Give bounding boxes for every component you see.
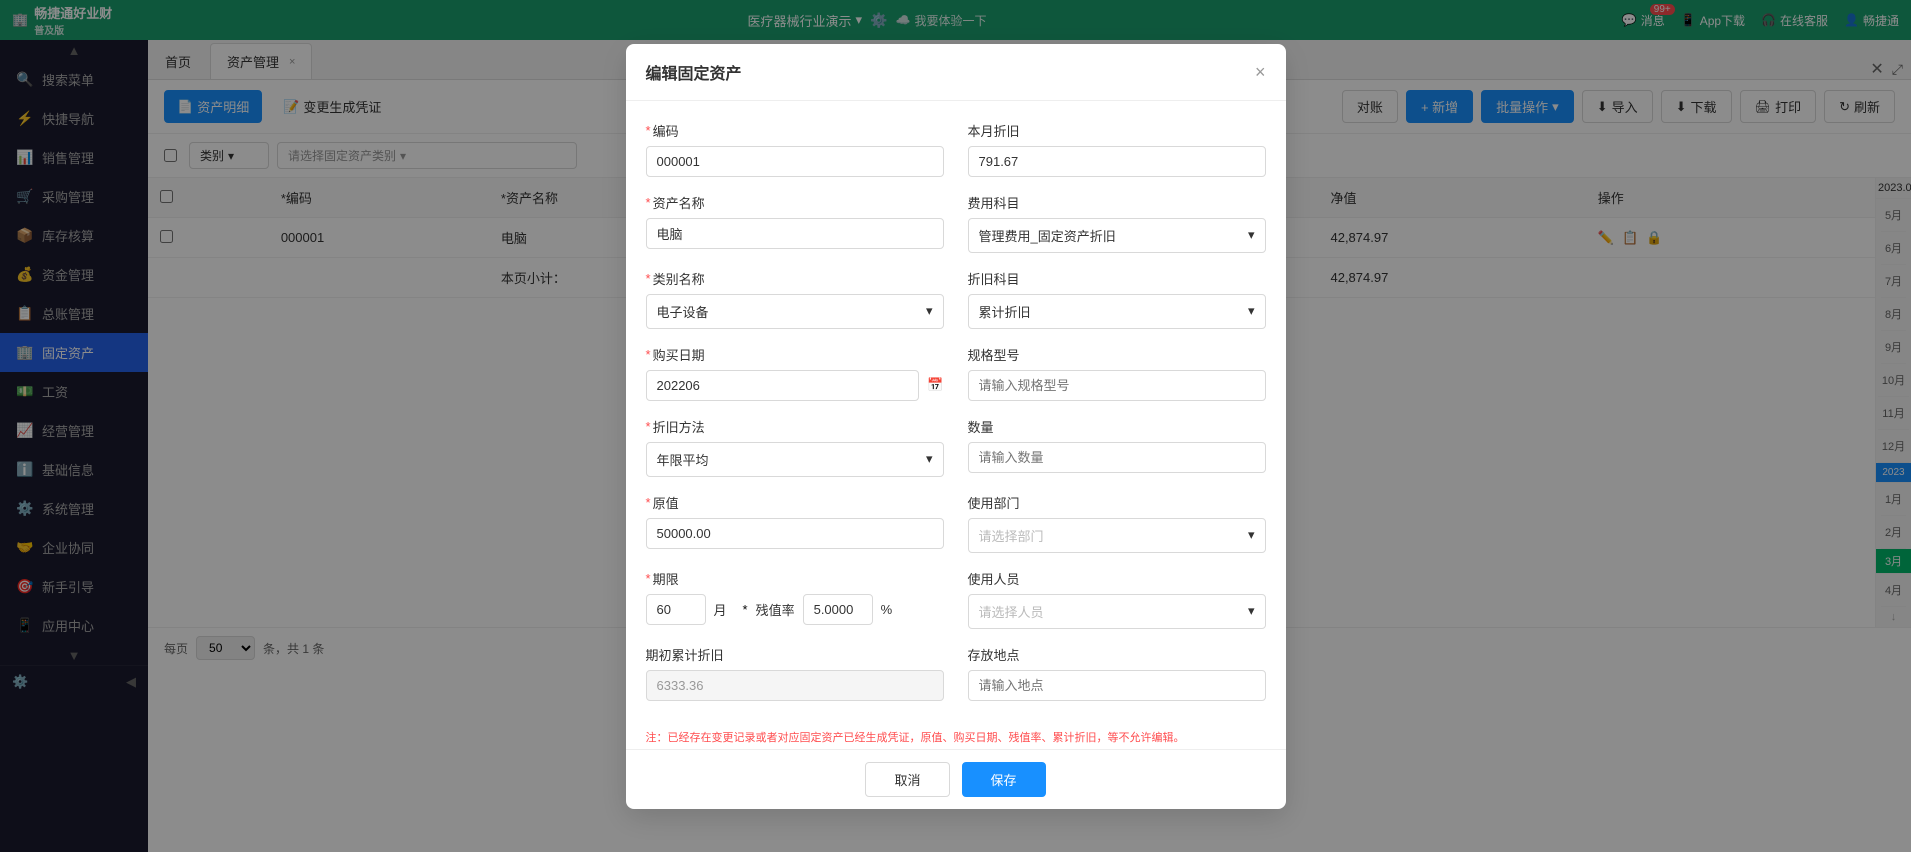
edit-fixed-asset-modal: 编辑固定资产 × * 编码 本月折旧 [626,44,1286,809]
spec-input[interactable] [968,370,1266,401]
code-input[interactable] [646,146,944,177]
form-item-spec: 规格型号 [968,345,1266,401]
form-grid: * 编码 本月折旧 * 资产名称 [646,121,1266,701]
chevron-down-icon: ▾ [926,451,933,467]
monthly-dep-label: 本月折旧 [968,121,1266,140]
form-item-code: * 编码 [646,121,944,177]
asset-name-label: * 资产名称 [646,193,944,212]
expense-account-label: 费用科目 [968,193,1266,212]
storage-input[interactable] [968,670,1266,701]
save-button[interactable]: 保存 [962,762,1046,797]
initial-dep-input[interactable] [646,670,944,701]
form-item-asset-name: * 资产名称 [646,193,944,253]
modal-overlay: 编辑固定资产 × * 编码 本月折旧 [0,0,1911,852]
modal-footer: 取消 保存 [626,749,1286,809]
category-label: * 类别名称 [646,269,944,288]
dep-account-label: 折旧科目 [968,269,1266,288]
original-value-input[interactable] [646,518,944,549]
form-item-method: * 折旧方法 年限平均 ▾ [646,417,944,477]
residual-rate-input[interactable] [803,594,873,625]
department-select[interactable]: 请选择部门 ▾ [968,518,1266,553]
original-value-label: * 原值 [646,493,944,512]
form-item-person: 使用人员 请选择人员 ▾ [968,569,1266,629]
initial-dep-label: 期初累计折旧 [646,645,944,664]
asset-name-input[interactable] [646,218,944,249]
residual-rate-label: 残值率 [756,600,795,619]
code-label: * 编码 [646,121,944,140]
method-label: * 折旧方法 [646,417,944,436]
period-label: * 期限 [646,569,944,588]
person-select[interactable]: 请选择人员 ▾ [968,594,1266,629]
form-item-dep-account: 折旧科目 累计折旧 ▾ [968,269,1266,329]
cancel-button[interactable]: 取消 [865,762,949,797]
form-item-category: * 类别名称 电子设备 ▾ [646,269,944,329]
department-label: 使用部门 [968,493,1266,512]
modal-note: 注：已经存在变更记录或者对应固定资产已经生成凭证，原值、购买日期、残值率、累计折… [626,721,1286,749]
modal-close-icon[interactable]: × [1255,63,1266,81]
chevron-down-icon: ▾ [1248,603,1255,619]
form-item-expense-account: 费用科目 管理费用_固定资产折旧 ▾ [968,193,1266,253]
modal-title: 编辑固定资产 [646,60,742,84]
residual-rate-unit: % [881,602,893,617]
method-select[interactable]: 年限平均 ▾ [646,442,944,477]
quantity-input[interactable] [968,442,1266,473]
spec-label: 规格型号 [968,345,1266,364]
form-item-storage: 存放地点 [968,645,1266,701]
chevron-down-icon: ▾ [1248,303,1255,319]
chevron-down-icon: ▾ [1248,527,1255,543]
form-item-initial-dep: 期初累计折旧 [646,645,944,701]
storage-label: 存放地点 [968,645,1266,664]
purchase-date-input[interactable] [646,370,920,401]
modal-body: * 编码 本月折旧 * 资产名称 [626,101,1286,721]
quantity-label: 数量 [968,417,1266,436]
calendar-icon[interactable]: 📅 [927,377,943,393]
form-item-purchase-date: * 购买日期 📅 [646,345,944,401]
period-unit: 月 [714,600,727,619]
purchase-date-row: 📅 [646,370,944,401]
category-select[interactable]: 电子设备 ▾ [646,294,944,329]
form-item-original-value: * 原值 [646,493,944,553]
chevron-down-icon: ▾ [926,303,933,319]
form-item-monthly-dep: 本月折旧 [968,121,1266,177]
dep-account-select[interactable]: 累计折旧 ▾ [968,294,1266,329]
purchase-date-label: * 购买日期 [646,345,944,364]
period-input[interactable] [646,594,706,625]
form-item-period-residual: * 期限 月 * 残值率 % [646,569,944,629]
period-row: 月 * 残值率 % [646,594,944,625]
form-item-quantity: 数量 [968,417,1266,477]
monthly-dep-input[interactable] [968,146,1266,177]
expense-account-select[interactable]: 管理费用_固定资产折旧 ▾ [968,218,1266,253]
modal-header: 编辑固定资产 × [626,44,1286,101]
form-item-department: 使用部门 请选择部门 ▾ [968,493,1266,553]
chevron-down-icon: ▾ [1248,227,1255,243]
person-label: 使用人员 [968,569,1266,588]
